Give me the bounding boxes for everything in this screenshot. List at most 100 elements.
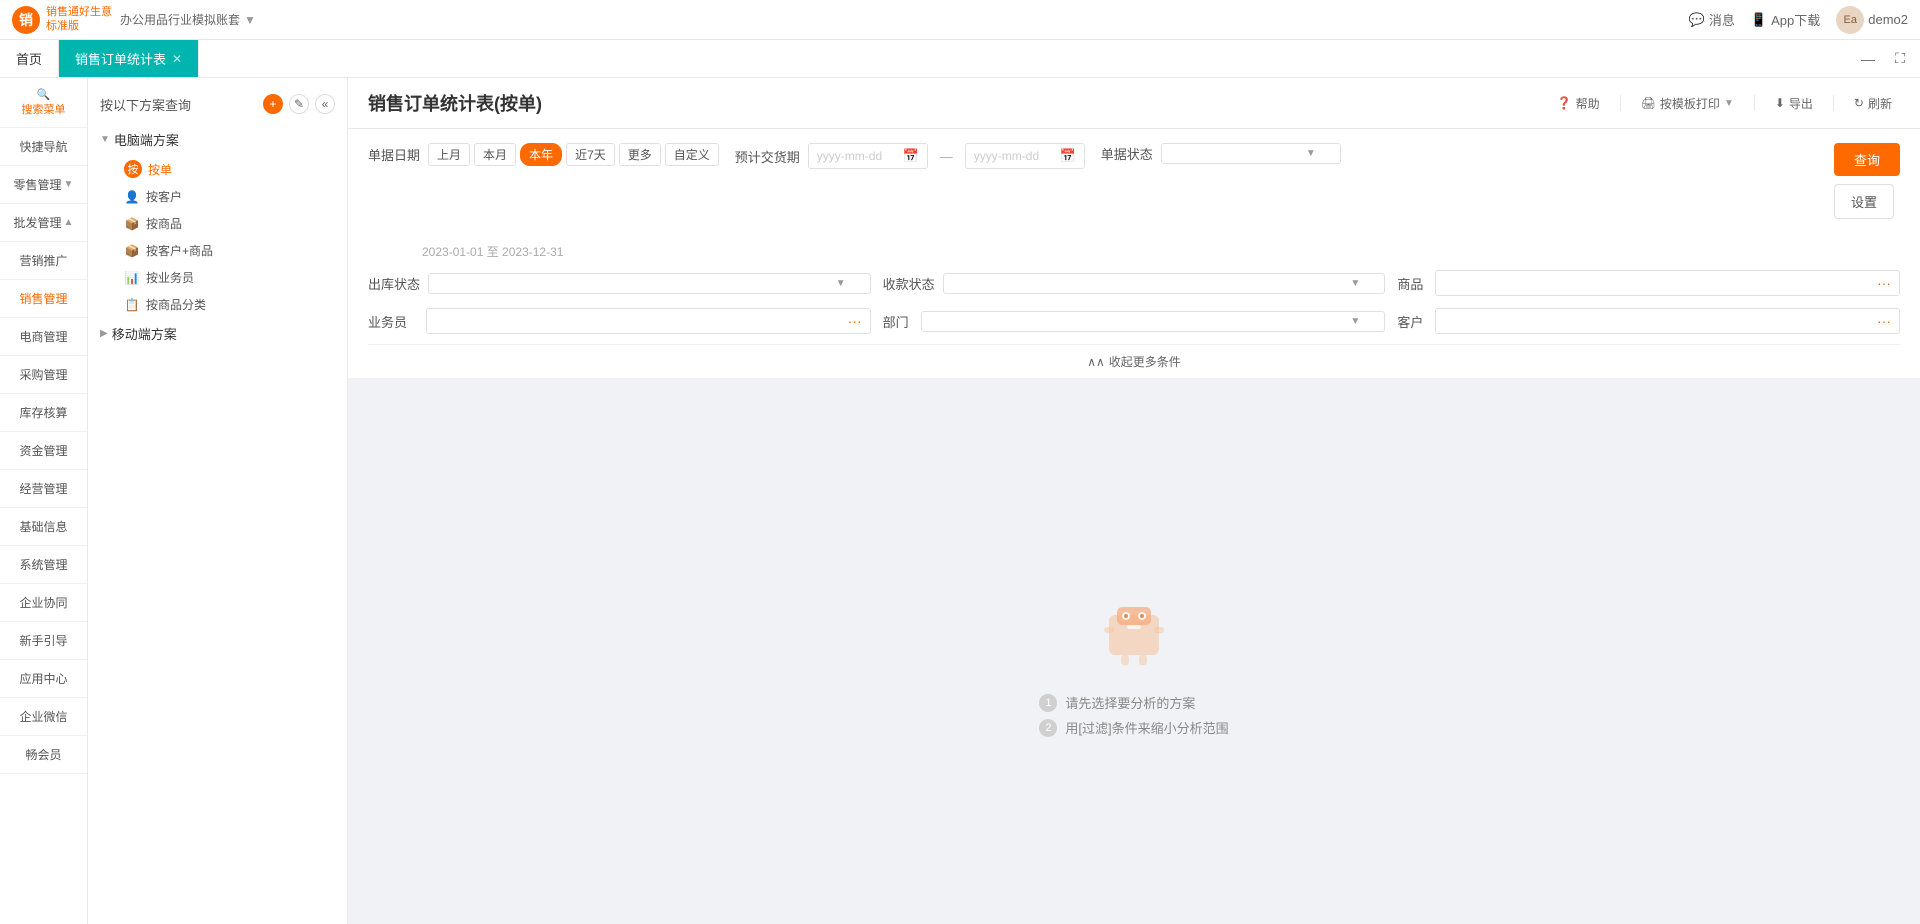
date-more-btn[interactable]: 更多 <box>619 143 661 166</box>
print-arrow-icon: ▼ <box>1724 98 1734 109</box>
doc-status-label: 单据状态 <box>1101 144 1153 163</box>
query-col: 查询 设置 <box>1834 143 1900 219</box>
app-download-btn[interactable]: 📱 App下载 <box>1751 10 1820 29</box>
tree-expand-arrow: ▼ <box>100 134 110 145</box>
query-btn[interactable]: 查询 <box>1834 143 1900 176</box>
scheme-by-customer[interactable]: 👤 按客户 <box>112 183 347 210</box>
expected-date-start[interactable]: yyyy-mm-dd 📅 <box>808 143 928 169</box>
calendar-icon-start: 📅 <box>903 148 919 164</box>
add-scheme-btn[interactable]: + <box>263 94 283 114</box>
sidebar-item-corp-wechat[interactable]: 企业微信 <box>0 698 87 736</box>
help-btn[interactable]: ❓ 帮助 <box>1549 91 1608 116</box>
payment-status-select[interactable]: ▼ <box>943 273 1386 294</box>
sidebar-item-finance[interactable]: 资金管理 <box>0 432 87 470</box>
user-avatar-area[interactable]: Ea demo2 <box>1836 6 1908 34</box>
sidebar-item-shortcut[interactable]: 快捷导航 <box>0 128 87 166</box>
top-bar: 销 销售通好生意 标准版 办公用品行业模拟账套 ▼ 💬 消息 📱 App下载 E… <box>0 0 1920 40</box>
filter-customer: 客户 ··· <box>1397 308 1900 334</box>
collapse-filters-btn[interactable]: ∧∧ 收起更多条件 <box>368 344 1900 378</box>
sidebar-item-operations[interactable]: 经营管理 <box>0 470 87 508</box>
divider2 <box>1754 95 1755 111</box>
date-shortcuts: 上月 本月 本年 近7天 更多 自定义 <box>428 143 719 166</box>
sidebar-item-inventory[interactable]: 库存核算 <box>0 394 87 432</box>
scheme-by-order[interactable]: 按 按单 <box>112 155 347 183</box>
edit-scheme-btn[interactable]: ✎ <box>289 94 309 114</box>
doc-status-select[interactable]: ▼ <box>1161 143 1341 164</box>
dept-select[interactable]: ▼ <box>921 311 1386 332</box>
search-icon: 🔍 <box>37 89 51 101</box>
tab-close-icon[interactable]: ✕ <box>172 52 182 66</box>
left-panel-header: 按以下方案查询 + ✎ « <box>88 88 347 120</box>
sidebar-item-system[interactable]: 系统管理 <box>0 546 87 584</box>
sidebar-item-retail[interactable]: 零售管理 ▼ <box>0 166 87 204</box>
sidebar: 🔍 搜索菜单 快捷导航 零售管理 ▼ 批发管理 ▲ 营销推广 销售管理 电商管理… <box>0 78 88 924</box>
sidebar-item-ecommerce[interactable]: 电商管理 <box>0 318 87 356</box>
left-panel: 按以下方案查询 + ✎ « ▼ 电脑端方案 按 按单 <box>88 78 348 924</box>
filter-payment-status: 收款状态 ▼ <box>883 270 1386 296</box>
home-tab-label: 首页 <box>16 49 42 68</box>
sidebar-item-marketing[interactable]: 营销推广 <box>0 242 87 280</box>
tree-node-mobile[interactable]: ▶ 移动端方案 <box>88 318 347 349</box>
content-area: 按以下方案查询 + ✎ « ▼ 电脑端方案 按 按单 <box>88 78 1920 924</box>
scheme-by-customer-goods[interactable]: 📦 按客户+商品 <box>112 237 347 264</box>
filter-row-2: 出库状态 ▼ 收款状态 ▼ 商品 <box>368 270 1900 296</box>
refresh-btn[interactable]: ↻ 刷新 <box>1846 91 1900 116</box>
step-1-num: 1 <box>1039 694 1057 712</box>
scheme-by-category[interactable]: 📋 按商品分类 <box>112 291 347 318</box>
date-this-year-btn[interactable]: 本年 <box>520 143 562 166</box>
scheme-by-salesman[interactable]: 📊 按业务员 <box>112 264 347 291</box>
tab-minimize-btn[interactable]: — <box>1856 47 1880 71</box>
tab-sales-order-stats[interactable]: 销售订单统计表 ✕ <box>59 40 199 77</box>
sidebar-item-enterprise[interactable]: 企业协同 <box>0 584 87 622</box>
sidebar-item-search[interactable]: 🔍 搜索菜单 <box>0 78 87 128</box>
retail-arrow-icon: ▼ <box>64 179 74 190</box>
main-layout: 🔍 搜索菜单 快捷导航 零售管理 ▼ 批发管理 ▲ 营销推广 销售管理 电商管理… <box>0 78 1920 924</box>
tab-home[interactable]: 首页 <box>0 40 59 77</box>
tab-maximize-btn[interactable]: ⛶ <box>1888 47 1912 71</box>
salesman-input[interactable]: ··· <box>426 308 871 334</box>
divider1 <box>1620 95 1621 111</box>
page-actions: ❓ 帮助 🖨 按模板打印 ▼ ⬇ 导出 <box>1549 91 1900 116</box>
payment-status-label: 收款状态 <box>883 274 935 293</box>
message-icon: 💬 <box>1689 12 1705 28</box>
sidebar-item-guide[interactable]: 新手引导 <box>0 622 87 660</box>
date-custom-btn[interactable]: 自定义 <box>665 143 719 166</box>
expected-date-end[interactable]: yyyy-mm-dd 📅 <box>965 143 1085 169</box>
sidebar-item-appstore[interactable]: 应用中心 <box>0 660 87 698</box>
collapse-panel-btn[interactable]: « <box>315 94 335 114</box>
tree-node-pc[interactable]: ▼ 电脑端方案 <box>88 124 347 155</box>
tree-children-pc: 按 按单 👤 按客户 📦 按商品 📦 按客户+商品 <box>88 155 347 318</box>
goods-dots-icon: ··· <box>1877 275 1891 291</box>
sidebar-item-membership[interactable]: 畅会员 <box>0 736 87 774</box>
help-icon: ❓ <box>1557 96 1572 110</box>
sidebar-item-sales[interactable]: 销售管理 <box>0 280 87 318</box>
expected-date-label: 预计交货期 <box>735 147 800 166</box>
settings-btn[interactable]: 设置 <box>1834 184 1894 219</box>
print-template-btn[interactable]: 🖨 按模板打印 ▼ <box>1633 91 1742 116</box>
filter-row-1: 单据日期 上月 本月 本年 近7天 更多 自定义 预计交货期 <box>368 143 1900 231</box>
customer-input[interactable]: ··· <box>1435 308 1900 334</box>
customer-dots-icon: ··· <box>1877 313 1891 329</box>
left-panel-title: 按以下方案查询 <box>100 95 191 114</box>
scheme-by-goods[interactable]: 📦 按商品 <box>112 210 347 237</box>
salesman-label: 业务员 <box>368 312 418 331</box>
tree-mobile-arrow: ▶ <box>100 328 108 339</box>
left-panel-actions: + ✎ « <box>263 94 335 114</box>
message-btn[interactable]: 💬 消息 <box>1689 10 1735 29</box>
collapse-up-icon: ∧∧ <box>1087 355 1105 369</box>
sidebar-item-wholesale[interactable]: 批发管理 ▲ <box>0 204 87 242</box>
date-this-month-btn[interactable]: 本月 <box>474 143 516 166</box>
ship-status-select[interactable]: ▼ <box>428 273 871 294</box>
filter-date: 单据日期 上月 本月 本年 近7天 更多 自定义 <box>368 143 719 166</box>
goods-input[interactable]: ··· <box>1435 270 1900 296</box>
empty-step-2: 2 用[过滤]条件来缩小分析范围 <box>1039 718 1228 737</box>
date-label: 单据日期 <box>368 145 420 164</box>
page-title: 销售订单统计表(按单) <box>368 90 542 116</box>
sidebar-item-purchase[interactable]: 采购管理 <box>0 356 87 394</box>
date-last-month-btn[interactable]: 上月 <box>428 143 470 166</box>
sales-tab-label: 销售订单统计表 <box>75 49 166 68</box>
export-btn[interactable]: ⬇ 导出 <box>1767 91 1821 116</box>
sidebar-item-basic[interactable]: 基础信息 <box>0 508 87 546</box>
filter-goods: 商品 ··· <box>1397 270 1900 296</box>
date-last7-btn[interactable]: 近7天 <box>566 143 615 166</box>
